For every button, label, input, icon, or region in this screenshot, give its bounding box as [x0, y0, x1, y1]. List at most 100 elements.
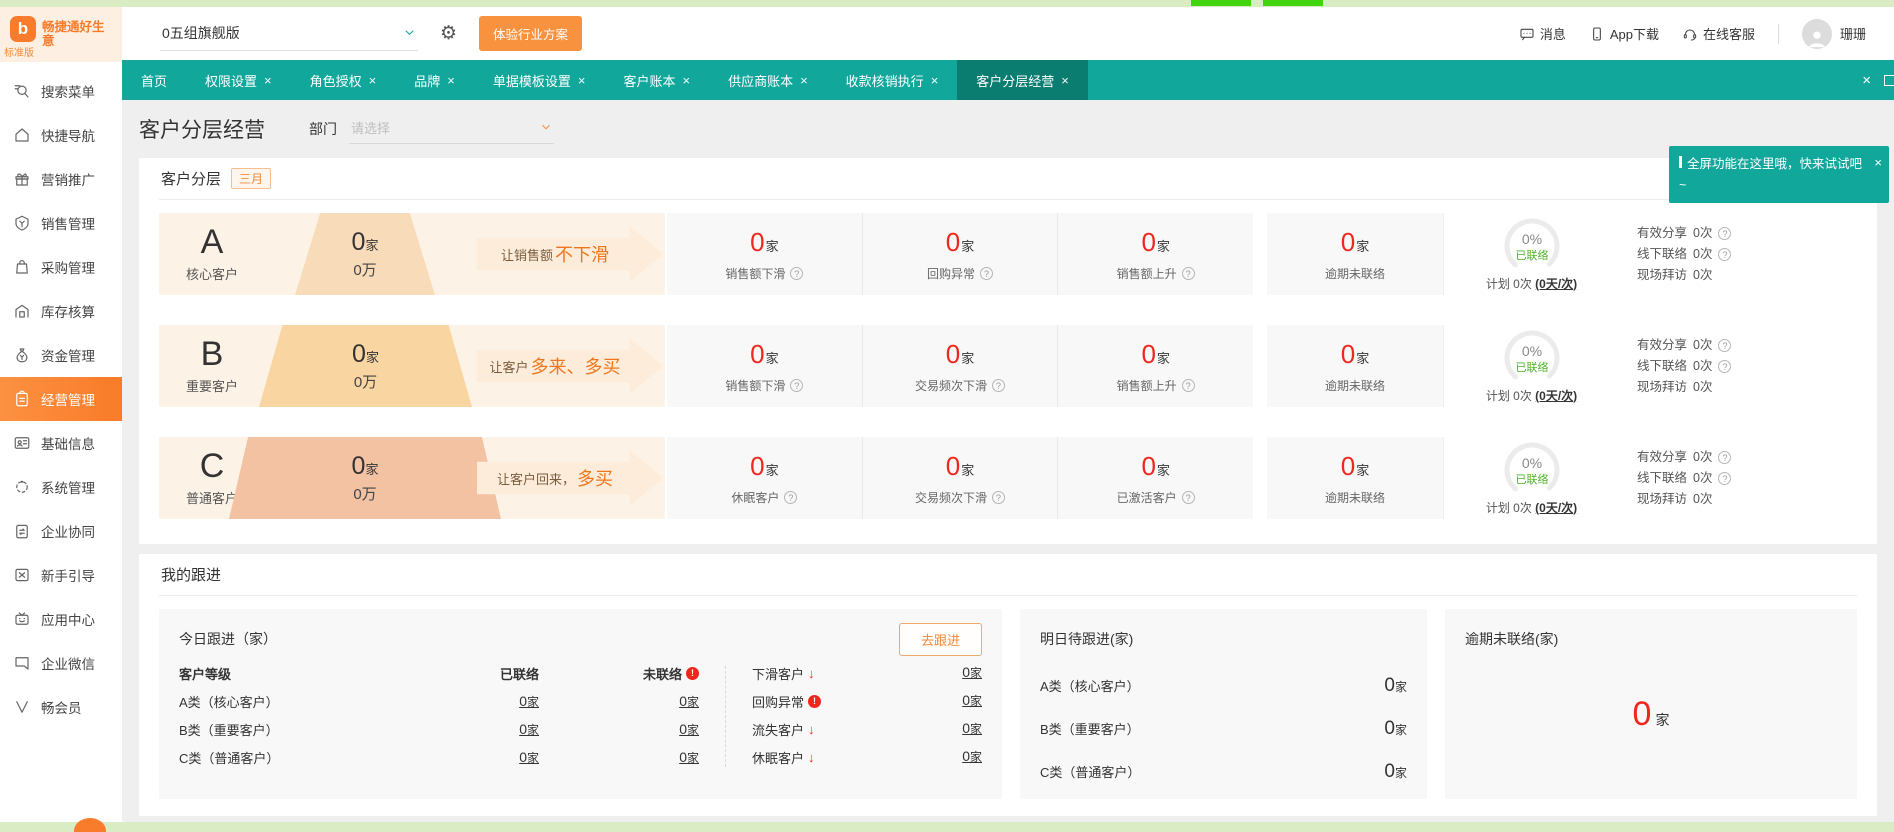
followup-card-header: 我的跟进 — [159, 554, 1857, 596]
svg-text:0%: 0% — [1521, 343, 1541, 359]
uncontacted-link[interactable]: 0家 — [679, 693, 699, 710]
tab-home[interactable]: 首页 — [122, 60, 186, 100]
home-icon — [15, 128, 29, 142]
layer-amount: 0万 — [353, 262, 377, 279]
settings-gear-icon[interactable]: ⚙ — [440, 24, 457, 43]
app-download-button[interactable]: App下载 — [1589, 24, 1659, 43]
tab-role-auth[interactable]: 角色授权 × — [291, 60, 396, 100]
tomorrow-followup-panel: 明日待跟进(家) A类（核心客户） 0家 B类（重要客户） 0家 C类（普通客户） 0… — [1020, 609, 1427, 799]
help-icon[interactable]: ? — [1718, 227, 1732, 240]
tab-customer-ledger[interactable]: 客户账本 × — [604, 60, 709, 100]
overdue-uncontacted-panel: 逾期未联络(家) 0家 — [1445, 609, 1857, 799]
edition-badge: 标准版 — [4, 48, 34, 59]
plan-link[interactable]: (0天/次) — [1535, 501, 1577, 515]
topbar: 0五组旗舰版 ⚙ 体验行业方案 消息 App下载 在线客服 珊珊 — [122, 7, 1894, 60]
help-icon[interactable]: ? — [1718, 360, 1732, 373]
app-window: b 畅捷通好生意 标准版 搜索菜单 快捷导航 营销推广 销售管理 采购管理 库存… — [0, 0, 1894, 832]
sidebar-item-marketing[interactable]: 营销推广 — [0, 157, 122, 201]
layer-c-stats: 0家 休眠客户? 0家 交易频次下滑? 0家 已激活客户? — [667, 437, 1253, 519]
tab-permission-settings[interactable]: 权限设置 × — [186, 60, 291, 100]
sidebar-item-sales[interactable]: 销售管理 — [0, 201, 122, 245]
tab-close-icon[interactable]: × — [800, 73, 808, 88]
stat: 0家 销售额下滑? — [667, 325, 862, 407]
followup-title: 我的跟进 — [161, 567, 222, 584]
overdue-total: 0家 — [1632, 695, 1670, 733]
tab-close-icon[interactable]: × — [1061, 73, 1069, 88]
sidebar-item-search-menu[interactable]: 搜索菜单 — [0, 69, 122, 113]
overdue-panel-title: 逾期未联络(家) — [1465, 631, 1559, 647]
help-icon[interactable]: ? — [980, 266, 994, 280]
dept-select[interactable]: 请选择 — [349, 115, 554, 144]
help-icon[interactable]: ? — [1181, 266, 1195, 280]
today-alerts: 下滑客户 ↓ 0家 回购异常! 0家 流失客户 ↓ 0家 休眠客户 ↓ 0家 — [752, 664, 982, 767]
contacted-link[interactable]: 0家 — [519, 693, 539, 710]
topbar-right: 消息 App下载 在线客服 珊珊 — [1519, 18, 1866, 49]
tab-doc-template[interactable]: 单据模板设置 × — [474, 60, 605, 100]
sidebar-item-inventory[interactable]: 库存核算 — [0, 289, 122, 333]
headset-icon — [1683, 29, 1697, 41]
plan-link[interactable]: (0天/次) — [1535, 389, 1577, 403]
svg-text:已联络: 已联络 — [1515, 360, 1548, 374]
uncontacted-link[interactable]: 0家 — [679, 721, 699, 738]
avatar — [1801, 18, 1832, 49]
main-area: 0五组旗舰版 ⚙ 体验行业方案 消息 App下载 在线客服 珊珊 首页 权限设置… — [122, 7, 1894, 822]
workspace-select[interactable]: 0五组旗舰版 — [160, 17, 418, 51]
alert-count-link[interactable]: 0家 — [962, 664, 982, 683]
contacted-link[interactable]: 0家 — [519, 749, 539, 766]
help-icon[interactable]: ? — [1718, 451, 1732, 464]
tab-receipt-writeoff[interactable]: 收款核销执行 × — [827, 60, 958, 100]
row-label: A类（核心客户） — [1040, 679, 1140, 694]
go-followup-button[interactable]: 去跟进 — [898, 622, 982, 656]
contacted-link[interactable]: 0家 — [519, 721, 539, 738]
tab-close-icon[interactable]: × — [931, 73, 939, 88]
tab-customer-layering[interactable]: 客户分层经营 × — [957, 60, 1088, 100]
tab-brand[interactable]: 品牌 × — [395, 60, 474, 100]
help-icon[interactable]: ? — [1181, 378, 1195, 392]
close-all-tabs-icon[interactable]: × — [1862, 72, 1871, 89]
help-icon[interactable]: ? — [992, 378, 1006, 392]
tooltip-close-icon[interactable]: × — [1874, 152, 1882, 173]
help-icon[interactable]: ? — [784, 490, 798, 504]
sidebar-item-purchase[interactable]: 采购管理 — [0, 245, 122, 289]
tab-close-icon[interactable]: × — [578, 73, 586, 88]
brand-logo-icon: b — [10, 16, 36, 42]
uncontacted-link[interactable]: 0家 — [679, 749, 699, 766]
tab-list-icon[interactable] — [1884, 74, 1894, 86]
plan-link[interactable]: (0天/次) — [1535, 277, 1577, 291]
tab-close-icon[interactable]: × — [264, 73, 272, 88]
trial-plan-button[interactable]: 体验行业方案 — [479, 16, 583, 51]
stat: 0家 已激活客户? — [1057, 437, 1253, 519]
sidebar-item-newbie-guide[interactable]: 新手引导 — [0, 553, 122, 597]
tab-close-icon[interactable]: × — [447, 73, 455, 88]
tab-close-icon[interactable]: × — [369, 73, 377, 88]
alert-count-link[interactable]: 0家 — [962, 748, 982, 767]
layer-a-stats: 0家 销售额下滑? 0家 回购异常? 0家 销售额上升? — [667, 213, 1253, 295]
help-icon[interactable]: ? — [790, 266, 804, 280]
help-icon[interactable]: ? — [1718, 339, 1732, 352]
alert-badge-icon: ! — [808, 695, 822, 708]
sidebar-item-system[interactable]: 系统管理 — [0, 465, 122, 509]
col-header: 未联络! — [643, 664, 699, 683]
help-icon[interactable]: ? — [992, 490, 1006, 504]
online-service-button[interactable]: 在线客服 — [1682, 24, 1755, 43]
sidebar-item-quick-nav[interactable]: 快捷导航 — [0, 113, 122, 157]
shield-yuan-icon — [15, 215, 29, 231]
tab-supplier-ledger[interactable]: 供应商账本 × — [709, 60, 827, 100]
alert-count-link[interactable]: 0家 — [962, 692, 982, 711]
messages-button[interactable]: 消息 — [1519, 24, 1566, 43]
help-icon[interactable]: ? — [1181, 490, 1195, 504]
tab-close-icon[interactable]: × — [682, 73, 690, 88]
sidebar-item-collaboration[interactable]: 企业协同 — [0, 509, 122, 553]
help-icon[interactable]: ? — [1718, 248, 1732, 261]
sidebar-item-operations[interactable]: 经营管理 — [0, 377, 122, 421]
user-menu[interactable]: 珊珊 — [1801, 18, 1866, 49]
sidebar-item-basic-info[interactable]: 基础信息 — [0, 421, 122, 465]
layer-c-activity: 有效分享 0次? 线下联络 0次? 现场拜访 0次 — [1619, 437, 1857, 519]
help-icon[interactable]: ? — [1718, 472, 1732, 485]
sidebar-item-member[interactable]: 畅会员 — [0, 685, 122, 729]
sidebar-item-app-center[interactable]: 应用中心 — [0, 597, 122, 641]
sidebar-item-funds[interactable]: 资金管理 — [0, 333, 122, 377]
alert-count-link[interactable]: 0家 — [962, 720, 982, 739]
sidebar-item-wecom[interactable]: 企业微信 — [0, 641, 122, 685]
help-icon[interactable]: ? — [790, 378, 804, 392]
